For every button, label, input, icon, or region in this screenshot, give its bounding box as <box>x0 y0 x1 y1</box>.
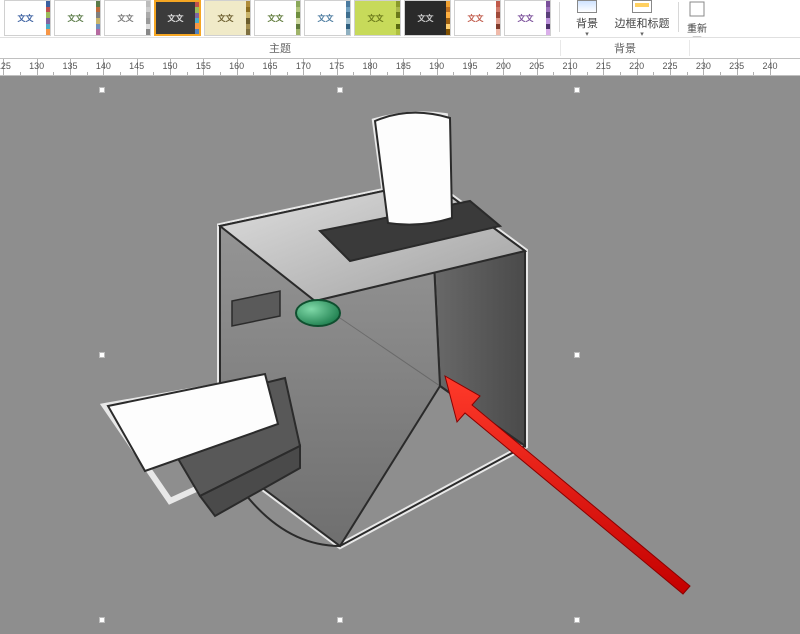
ruler-number: 135 <box>62 61 77 71</box>
ruler-number: 160 <box>229 61 244 71</box>
theme-color-stripe <box>446 1 450 35</box>
ruler-number: 130 <box>29 61 44 71</box>
background-icon <box>577 0 597 13</box>
theme-glyph: 文文 <box>156 2 195 34</box>
ribbon-separator <box>678 2 679 32</box>
editing-canvas[interactable] <box>0 76 800 634</box>
theme-glyph: 文文 <box>405 1 446 35</box>
theme-thumb-0[interactable]: 文文 <box>4 0 51 36</box>
dropdown-caret-icon: ▾ <box>585 30 589 38</box>
theme-thumb-8[interactable]: 文文 <box>404 0 451 36</box>
theme-color-stripe <box>146 1 150 35</box>
ruler-number: 145 <box>129 61 144 71</box>
background-button[interactable]: 背景 ▾ <box>564 0 610 38</box>
border-title-icon <box>632 0 652 13</box>
theme-color-stripe <box>246 1 250 35</box>
theme-glyph: 文文 <box>5 1 46 35</box>
theme-glyph: 文文 <box>355 1 396 35</box>
ruler-number: 195 <box>462 61 477 71</box>
ruler-number: 200 <box>496 61 511 71</box>
theme-color-stripe <box>396 1 400 35</box>
theme-thumb-2[interactable]: 文文 <box>104 0 151 36</box>
ruler-number: 240 <box>762 61 777 71</box>
theme-thumb-3[interactable]: 文文 <box>154 0 201 36</box>
theme-glyph: 文文 <box>55 1 96 35</box>
theme-color-stripe <box>46 1 50 35</box>
theme-glyph: 文文 <box>505 1 546 35</box>
theme-glyph: 文文 <box>455 1 496 35</box>
ruler-number: 150 <box>162 61 177 71</box>
ruler-number: 230 <box>696 61 711 71</box>
theme-color-stripe <box>296 1 300 35</box>
theme-glyph: 文文 <box>105 1 146 35</box>
theme-gallery[interactable]: 文文文文文文文文文文文文文文文文文文文文文文 <box>0 0 555 38</box>
theme-thumb-6[interactable]: 文文 <box>304 0 351 36</box>
theme-color-stripe <box>195 2 199 34</box>
group-label-background: 背景 <box>560 40 690 56</box>
ruler-number: 185 <box>396 61 411 71</box>
theme-glyph: 文文 <box>305 1 346 35</box>
ruler-number: 225 <box>662 61 677 71</box>
ruler-number: 220 <box>629 61 644 71</box>
group-label-theme: 主题 <box>0 40 560 56</box>
background-label: 背景 <box>576 15 598 31</box>
ruler-number: 175 <box>329 61 344 71</box>
ruler-number: 170 <box>296 61 311 71</box>
theme-color-stripe <box>96 1 100 35</box>
ruler-number: 210 <box>562 61 577 71</box>
ribbon-themes-row: 文文文文文文文文文文文文文文文文文文文文文文 背景 ▾ 边框和标题 ▾ 重新 页 <box>0 0 800 38</box>
ribbon-group-labels: 主题 背景 <box>0 38 800 58</box>
printer-clipart[interactable] <box>0 76 800 634</box>
ruler-number: 140 <box>96 61 111 71</box>
ribbon-separator <box>559 2 560 32</box>
renew-page-button[interactable]: 重新 页 <box>683 0 711 38</box>
horizontal-ruler[interactable]: 125 130 135 140 145 150 155 160 165 170 175 180 185 1… <box>0 58 800 76</box>
dropdown-caret-icon: ▾ <box>640 30 644 38</box>
ruler-number: 155 <box>196 61 211 71</box>
ruler-number: 205 <box>529 61 544 71</box>
ruler-number: 165 <box>262 61 277 71</box>
theme-thumb-7[interactable]: 文文 <box>354 0 401 36</box>
theme-thumb-10[interactable]: 文文 <box>504 0 551 36</box>
theme-color-stripe <box>496 1 500 35</box>
ruler-number: 235 <box>729 61 744 71</box>
theme-color-stripe <box>346 1 350 35</box>
ruler-number: 180 <box>362 61 377 71</box>
border-title-button[interactable]: 边框和标题 ▾ <box>610 0 674 38</box>
ruler-number: 190 <box>429 61 444 71</box>
ruler-number: 125 <box>0 61 11 71</box>
theme-thumb-5[interactable]: 文文 <box>254 0 301 36</box>
border-title-label: 边框和标题 <box>615 15 670 31</box>
theme-glyph: 文文 <box>205 1 246 35</box>
theme-thumb-9[interactable]: 文文 <box>454 0 501 36</box>
theme-color-stripe <box>546 1 550 35</box>
ruler-number: 215 <box>596 61 611 71</box>
theme-thumb-4[interactable]: 文文 <box>204 0 251 36</box>
renew-page-icon <box>687 0 707 18</box>
theme-glyph: 文文 <box>255 1 296 35</box>
theme-thumb-1[interactable]: 文文 <box>54 0 101 36</box>
